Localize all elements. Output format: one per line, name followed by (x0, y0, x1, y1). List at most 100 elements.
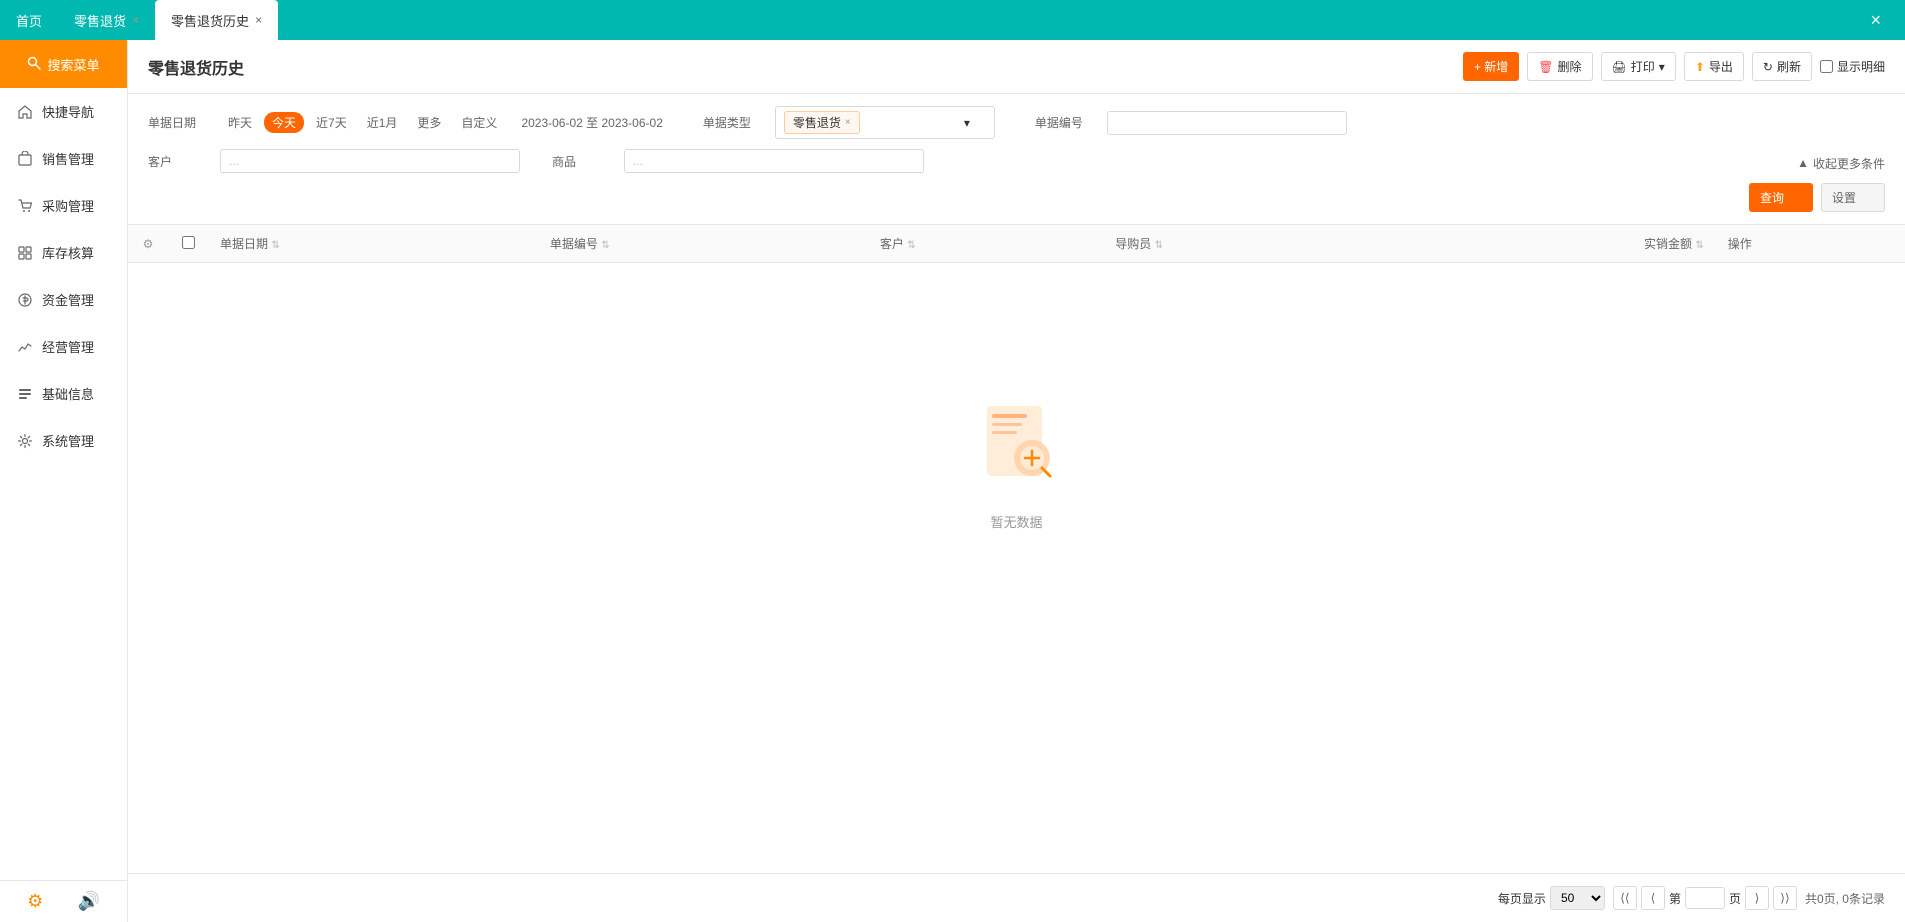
customer-input[interactable]: ... (220, 149, 520, 173)
export-button[interactable]: ⬆ 导出 (1684, 52, 1744, 81)
delete-button[interactable]: 🗑 删除 (1527, 52, 1592, 81)
doc-no-filter-label: 单据编号 (1035, 114, 1091, 131)
th-settings: ⚙ (128, 225, 168, 263)
refresh-button[interactable]: ↻ 刷新 (1752, 52, 1812, 81)
page-last-button[interactable]: ⟩⟩ (1773, 886, 1797, 910)
doc-type-tag: 零售退货 × (784, 111, 860, 134)
page-label: 第 (1669, 890, 1681, 907)
page-first-button[interactable]: ⟨⟨ (1613, 886, 1637, 910)
sales-icon (16, 150, 34, 168)
page-size-select: 每页显示 10 20 50 100 (1498, 886, 1605, 910)
page-next-button[interactable]: ⟩ (1745, 886, 1769, 910)
date-buttons: 昨天 今天 近7天 近1月 更多 自定义 (220, 112, 505, 133)
table-header: ⚙ 单据日期 ⇅ 单据编号 ⇅ (128, 225, 1905, 263)
query-button[interactable]: 查询 (1749, 183, 1813, 212)
sort-icon-doc-no[interactable]: ⇅ (601, 240, 609, 251)
empty-text: 暂无数据 (990, 512, 1042, 531)
settings-button[interactable]: 设置 (1821, 183, 1885, 212)
doc-no-input[interactable] (1107, 111, 1347, 135)
doc-type-tag-close[interactable]: × (845, 117, 851, 128)
tab-list: 首页 零售退货 × 零售退货历史 × (0, 0, 1862, 40)
date-btn-custom[interactable]: 自定义 (453, 112, 505, 133)
sidebar: 搜索菜单 快捷导航 销售管理 采购管理 库存核算 (0, 40, 128, 922)
inventory-icon (16, 244, 34, 262)
table-container: ⚙ 单据日期 ⇅ 单据编号 ⇅ (128, 225, 1905, 873)
sort-icon-amount[interactable]: ⇅ (1695, 240, 1703, 251)
filter-row-1: 单据日期 昨天 今天 近7天 近1月 更多 自定义 2023-06-02 至 2… (148, 106, 1885, 139)
sidebar-item-operation[interactable]: 经营管理 (0, 323, 127, 370)
header-actions: + 新增 🗑 删除 🖨 打印 ▾ ⬆ 导出 ↻ 刷新 (1463, 52, 1885, 81)
sidebar-item-basic[interactable]: 基础信息 (0, 370, 127, 417)
print-dropdown-icon: ▾ (1659, 60, 1665, 74)
top-bar: 首页 零售退货 × 零售退货历史 × × (0, 0, 1905, 40)
empty-state-icon (967, 396, 1067, 496)
sidebar-item-inventory[interactable]: 库存核算 (0, 229, 127, 276)
th-doc-date: 单据日期 ⇅ (208, 225, 538, 263)
goods-placeholder: ... (633, 154, 643, 168)
tab-retail-return-close[interactable]: × (132, 13, 139, 27)
sidebar-item-quick-nav[interactable]: 快捷导航 (0, 88, 127, 135)
th-doc-no: 单据编号 ⇅ (538, 225, 868, 263)
sidebar-item-label: 经营管理 (42, 337, 94, 356)
filter-area: 单据日期 昨天 今天 近7天 近1月 更多 自定义 2023-06-02 至 2… (128, 94, 1905, 225)
empty-row: 暂无数据 (128, 263, 1905, 664)
date-btn-more[interactable]: 更多 (409, 112, 449, 133)
data-table: ⚙ 单据日期 ⇅ 单据编号 ⇅ (128, 225, 1905, 663)
doc-type-select[interactable]: 零售退货 × ▾ (775, 106, 995, 139)
per-page-select[interactable]: 10 20 50 100 (1550, 886, 1605, 910)
th-guide: 导购员 ⇅ (1103, 225, 1386, 263)
show-detail-checkbox[interactable]: 显示明细 (1820, 58, 1885, 75)
page-total-info: 共0页, 0条记录 (1805, 890, 1885, 907)
sidebar-item-label: 销售管理 (42, 149, 94, 168)
search-icon (27, 56, 41, 73)
customer-filter-label: 客户 (148, 153, 204, 170)
finance-icon (16, 291, 34, 309)
tab-retail-return-history-label: 零售退货历史 (171, 11, 249, 30)
select-all-checkbox[interactable] (182, 236, 195, 249)
sidebar-item-system[interactable]: 系统管理 (0, 417, 127, 464)
goods-input[interactable]: ... (624, 149, 924, 173)
sidebar-item-finance[interactable]: 资金管理 (0, 276, 127, 323)
operation-icon (16, 338, 34, 356)
sort-icon-customer[interactable]: ⇅ (907, 240, 915, 251)
page-title: 零售退货历史 (148, 55, 244, 79)
gear-icon[interactable]: ⚙ (27, 891, 43, 912)
doc-type-tag-label: 零售退货 (793, 114, 841, 131)
sidebar-search[interactable]: 搜索菜单 (0, 40, 127, 88)
home-icon (16, 103, 34, 121)
th-customer: 客户 ⇅ (868, 225, 1103, 263)
tab-retail-return-history-close[interactable]: × (255, 13, 262, 27)
window-close-button[interactable]: × (1862, 10, 1889, 31)
collapse-filters-button[interactable]: ▲ 收起更多条件 (1797, 155, 1885, 172)
collapse-icon: ▲ (1797, 156, 1809, 170)
empty-state: 暂无数据 (128, 263, 1905, 663)
th-action: 操作 (1716, 225, 1905, 263)
page-prev-button[interactable]: ⟨ (1641, 886, 1665, 910)
sort-icon-guide[interactable]: ⇅ (1155, 240, 1163, 251)
page-number-input[interactable]: 1 (1685, 887, 1725, 909)
purchase-icon (16, 197, 34, 215)
system-icon (16, 432, 34, 450)
tab-retail-return[interactable]: 零售退货 × (58, 0, 155, 40)
tab-retail-return-label: 零售退货 (74, 11, 126, 30)
delete-icon: 🗑 (1538, 60, 1553, 74)
content-area: 零售退货历史 + 新增 🗑 删除 🖨 打印 ▾ ⬆ 导出 ↻ (128, 40, 1905, 922)
sort-icon-doc-date[interactable]: ⇅ (271, 240, 279, 251)
table-body: 暂无数据 (128, 263, 1905, 664)
tab-home-label: 首页 (16, 11, 42, 30)
tab-home[interactable]: 首页 (0, 0, 58, 40)
date-btn-7days[interactable]: 近7天 (308, 112, 355, 133)
show-detail-input[interactable] (1820, 60, 1833, 73)
sidebar-item-sales[interactable]: 销售管理 (0, 135, 127, 182)
print-button[interactable]: 🖨 打印 ▾ (1601, 52, 1676, 81)
date-btn-1month[interactable]: 近1月 (359, 112, 406, 133)
sidebar-item-purchase[interactable]: 采购管理 (0, 182, 127, 229)
date-btn-yesterday[interactable]: 昨天 (220, 112, 260, 133)
tab-retail-return-history[interactable]: 零售退货历史 × (155, 0, 278, 40)
collapse-label: 收起更多条件 (1813, 155, 1885, 172)
table-settings-icon[interactable]: ⚙ (143, 237, 154, 251)
add-button[interactable]: + 新增 (1463, 52, 1519, 81)
date-btn-today[interactable]: 今天 (264, 112, 304, 133)
print-icon: 🖨 (1612, 60, 1627, 74)
volume-icon[interactable]: 🔊 (77, 891, 99, 912)
